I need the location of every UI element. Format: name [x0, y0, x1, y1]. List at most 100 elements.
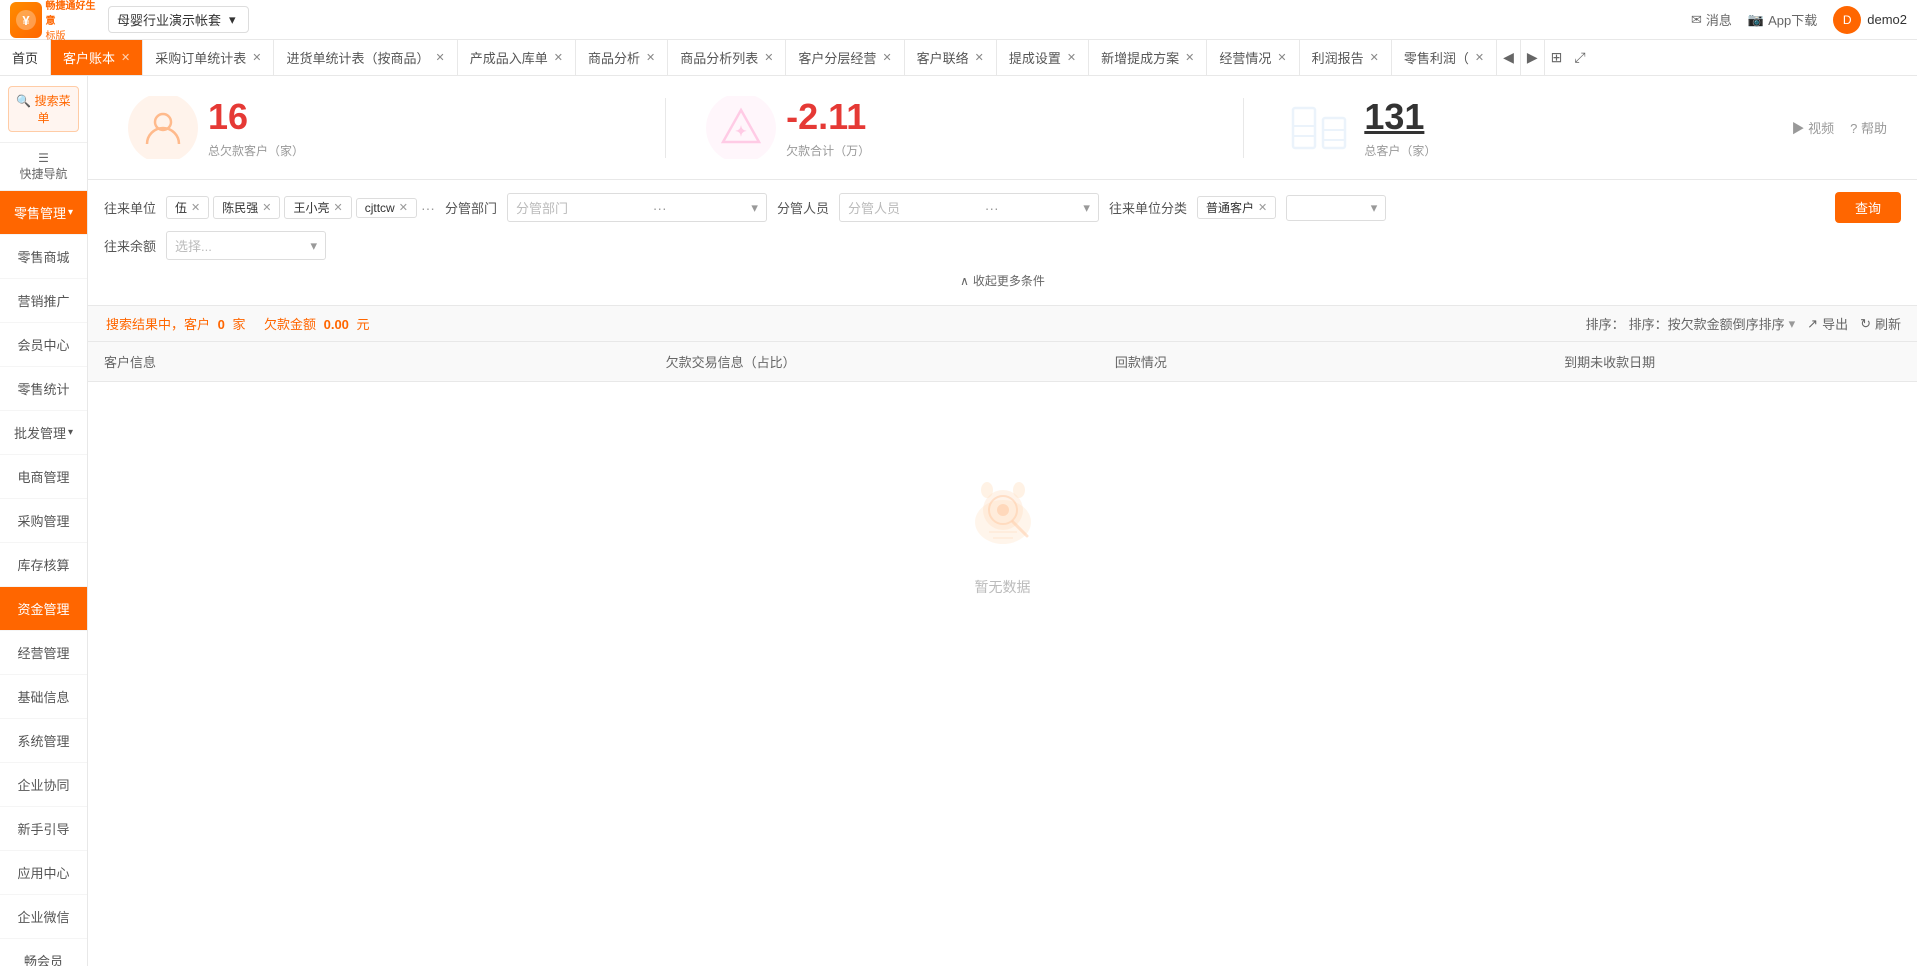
- chevron-down-icon: ▾: [1371, 200, 1378, 216]
- tab-improve-settings[interactable]: 提成设置 ✕: [997, 40, 1089, 75]
- tab-retail-profit-label: 零售利润（: [1404, 48, 1469, 67]
- sidebar-item-wholesale-mgmt[interactable]: 批发管理 ▾: [0, 411, 87, 455]
- sidebar-item-member-center[interactable]: 会员中心: [0, 323, 87, 367]
- tab-new-increase[interactable]: 新增提成方案 ✕: [1089, 40, 1207, 75]
- unit-class-tag-normal[interactable]: 普通客户 ✕: [1197, 196, 1276, 219]
- remove-tag-wang[interactable]: ✕: [334, 201, 343, 214]
- app-download-btn[interactable]: 📷 App下载: [1748, 10, 1817, 29]
- sort-select[interactable]: 排序： 排序：按欠款金额倒序排序 ▾: [1586, 314, 1796, 333]
- store-selector[interactable]: 母婴行业演示帐套 ▾: [108, 6, 249, 33]
- close-icon[interactable]: ✕: [882, 51, 891, 64]
- sidebar-item-inventory[interactable]: 库存核算: [0, 543, 87, 587]
- stat-divider-1: [665, 98, 666, 158]
- sidebar-item-enterprise-wechat[interactable]: 企业微信: [0, 895, 87, 939]
- collapse-btn[interactable]: ∧ 收起更多条件: [104, 268, 1901, 293]
- sidebar-item-operations-mgmt[interactable]: 经营管理: [0, 631, 87, 675]
- nav-next-arrow[interactable]: ▶: [1521, 40, 1545, 75]
- filter-row-1: 往来单位 伍 ✕ 陈民强 ✕ 王小亮 ✕: [104, 192, 1901, 223]
- close-icon[interactable]: ✕: [121, 51, 130, 64]
- close-icon[interactable]: ✕: [1277, 51, 1286, 64]
- close-icon[interactable]: ✕: [1067, 51, 1076, 64]
- sidebar-item-vip-member-label: 畅会员: [24, 954, 63, 966]
- user-name: demo2: [1867, 12, 1907, 27]
- tab-customer-ledger[interactable]: 客户账本 ✕: [51, 40, 143, 75]
- sidebar-item-retail-mall-label: 零售商城: [17, 250, 69, 265]
- user-profile[interactable]: D demo2: [1833, 6, 1907, 34]
- sidebar-item-enterprise-collab[interactable]: 企业协同: [0, 763, 87, 807]
- nav-expand-icon[interactable]: ⊞: [1545, 40, 1569, 75]
- balance-filter-select[interactable]: 选择... ▾: [166, 231, 326, 260]
- messages-btn[interactable]: ✉ 消息: [1691, 10, 1732, 29]
- sidebar-item-enterprise-collab-label: 企业协同: [17, 778, 69, 793]
- unit-tag-cjttcw[interactable]: cjttcw ✕: [356, 198, 417, 218]
- unit-tag-wang[interactable]: 王小亮 ✕: [284, 196, 351, 219]
- tab-profit-report[interactable]: 利润报告 ✕: [1300, 40, 1392, 75]
- sidebar-item-retail-stats[interactable]: 零售统计: [0, 367, 87, 411]
- tab-product-analysis[interactable]: 商品分析 ✕: [576, 40, 668, 75]
- unit-class-select[interactable]: ▾: [1286, 195, 1386, 221]
- sidebar-item-basic-info[interactable]: 基础信息: [0, 675, 87, 719]
- stat3-value: 131: [1364, 96, 1436, 138]
- dept-filter-select[interactable]: 分管部门 ··· ▾: [507, 193, 767, 222]
- refresh-btn[interactable]: ↻ 刷新: [1860, 314, 1901, 333]
- sidebar-item-finance-mgmt[interactable]: 资金管理: [0, 587, 87, 631]
- sidebar-item-new-guide[interactable]: 新手引导: [0, 807, 87, 851]
- sidebar-item-retail-mall[interactable]: 零售商城: [0, 235, 87, 279]
- sidebar-item-marketing[interactable]: 营销推广: [0, 279, 87, 323]
- sidebar-item-retail-mgmt[interactable]: 零售管理 ▾: [0, 191, 87, 235]
- tab-customer-contact[interactable]: 客户联络 ✕: [905, 40, 997, 75]
- video-btn[interactable]: ▶ 视频: [1791, 118, 1834, 137]
- person-filter-select[interactable]: 分管人员 ··· ▾: [839, 193, 1099, 222]
- quick-nav-btn[interactable]: ☰ 快捷导航: [0, 143, 87, 191]
- query-button[interactable]: 查询: [1835, 192, 1901, 223]
- export-btn[interactable]: ↗ 导出: [1807, 314, 1848, 333]
- sidebar: 🔍 搜索菜单 ☰ 快捷导航 零售管理 ▾ 零售商城 营销推广 会员中心: [0, 76, 88, 966]
- stat-debt: ✦ -2.11 欠款合计（万）: [696, 96, 1213, 159]
- nav-fullscreen-icon[interactable]: ⤢: [1568, 40, 1591, 75]
- logo-text-line1: 畅捷通好生意: [46, 0, 99, 27]
- tab-business-status[interactable]: 经营情况 ✕: [1207, 40, 1299, 75]
- content-area: 16 总欠款客户（家） ✦ -2.11 欠款合计（万）: [88, 76, 1917, 966]
- sidebar-item-operations-mgmt-label: 经营管理: [17, 646, 69, 661]
- unit-tag-wu[interactable]: 伍 ✕: [166, 196, 209, 219]
- sidebar-item-vip-member[interactable]: 畅会员: [0, 939, 87, 966]
- close-icon[interactable]: ✕: [646, 51, 655, 64]
- remove-tag-cjttcw[interactable]: ✕: [399, 201, 408, 214]
- help-btn[interactable]: ? 帮助: [1850, 118, 1887, 137]
- sidebar-item-ecommerce-mgmt[interactable]: 电商管理: [0, 455, 87, 499]
- remove-tag-wu[interactable]: ✕: [191, 201, 200, 214]
- logo-icon: ¥: [10, 2, 42, 38]
- remove-tag-chen[interactable]: ✕: [262, 201, 271, 214]
- stats-bar: 16 总欠款客户（家） ✦ -2.11 欠款合计（万）: [88, 76, 1917, 180]
- close-icon[interactable]: ✕: [1475, 51, 1484, 64]
- sidebar-item-system-mgmt[interactable]: 系统管理: [0, 719, 87, 763]
- tab-retail-profit[interactable]: 零售利润（ ✕: [1392, 40, 1497, 75]
- tab-purchase-order[interactable]: 采购订单统计表 ✕: [143, 40, 274, 75]
- tab-produce-inbound[interactable]: 产成品入库单 ✕: [458, 40, 576, 75]
- tab-product-analysis-list[interactable]: 商品分析列表 ✕: [668, 40, 786, 75]
- tab-product-analysis-list-label: 商品分析列表: [680, 48, 758, 67]
- chevron-up-icon: ∧: [960, 274, 969, 288]
- tab-inbound-stats[interactable]: 进货单统计表（按商品） ✕: [274, 40, 457, 75]
- sidebar-item-app-center[interactable]: 应用中心: [0, 851, 87, 895]
- close-icon[interactable]: ✕: [252, 51, 261, 64]
- main-wrapper: 🔍 搜索菜单 ☰ 快捷导航 零售管理 ▾ 零售商城 营销推广 会员中心: [0, 76, 1917, 966]
- close-icon[interactable]: ✕: [975, 51, 984, 64]
- close-icon[interactable]: ✕: [1370, 51, 1379, 64]
- close-icon[interactable]: ✕: [1185, 51, 1194, 64]
- tab-home[interactable]: 首页: [0, 40, 51, 75]
- sidebar-item-purchase-mgmt[interactable]: 采购管理: [0, 499, 87, 543]
- close-icon[interactable]: ✕: [764, 51, 773, 64]
- tab-customer-segment[interactable]: 客户分层经营 ✕: [786, 40, 904, 75]
- filter-dept-more[interactable]: ···: [653, 200, 667, 216]
- avatar: D: [1833, 6, 1861, 34]
- filter-person-more[interactable]: ···: [985, 200, 999, 216]
- search-menu-btn[interactable]: 🔍 搜索菜单: [8, 86, 79, 132]
- close-icon[interactable]: ✕: [554, 51, 563, 64]
- filter-more-icon[interactable]: ···: [421, 200, 435, 216]
- remove-tag-normal[interactable]: ✕: [1258, 201, 1267, 214]
- unit-tag-chen[interactable]: 陈民强 ✕: [213, 196, 280, 219]
- sidebar-item-system-mgmt-label: 系统管理: [17, 734, 69, 749]
- close-icon[interactable]: ✕: [436, 51, 445, 64]
- nav-prev-arrow[interactable]: ◀: [1497, 40, 1521, 75]
